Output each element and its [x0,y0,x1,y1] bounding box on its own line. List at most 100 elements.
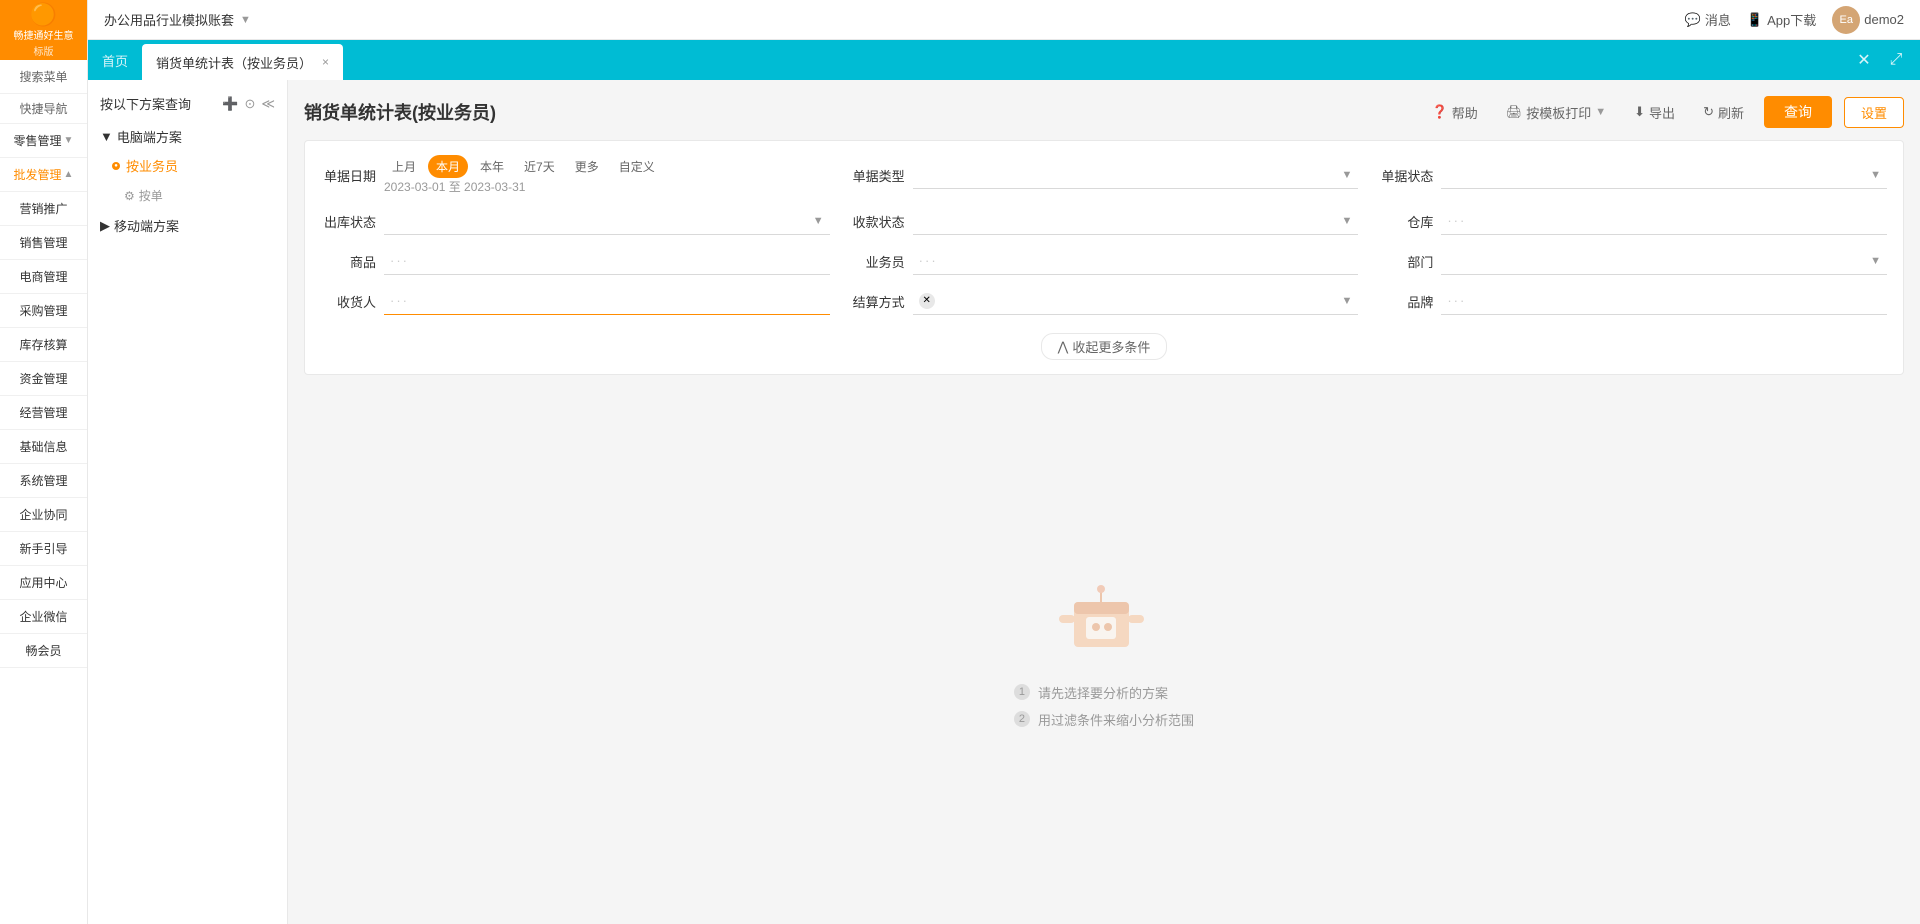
warehouse-select[interactable]: ··· [1441,207,1887,235]
sidebar-item-purchase[interactable]: 采购管理 [0,294,87,328]
sidebar-item-operations[interactable]: 经营管理 [0,396,87,430]
avatar: Ea [1832,6,1860,34]
outstatus-label: 出库状态 [321,212,376,231]
sidebar-item-weixin[interactable]: 企业微信 [0,600,87,634]
query-btn[interactable]: 查询 [1764,96,1832,128]
avatar-text: Ea [1840,14,1853,26]
date-range-text: 2023-03-01 至 2023-03-31 [384,178,830,195]
breadcrumb-text: 办公用品行业模拟账套 [104,10,234,29]
salesperson-label: 业务员 [850,252,905,271]
receiver-select[interactable]: ··· [384,287,830,315]
app-download-btn[interactable]: 📱 App下载 [1747,10,1816,29]
messages-btn[interactable]: 💬 消息 [1685,10,1731,29]
tab-sales-stat[interactable]: 销货单统计表（按业务员） × [142,44,343,80]
payment-method-label: 结算方式 [850,292,905,311]
date-tab-thismonth[interactable]: 本月 [428,155,468,178]
sidebar-item-inventory[interactable]: 库存核算 [0,328,87,362]
help-icon: ❓ [1432,104,1448,120]
finance-label: 资金管理 [19,370,67,387]
empty-tips: 1 请先选择要分析的方案 2 用过滤条件来缩小分析范围 [1014,683,1194,729]
outstatus-select[interactable]: ▼ [384,207,830,235]
payment-method-clear[interactable]: ✕ [919,293,935,309]
doctype-label: 单据类型 [850,166,905,185]
date-label: 单据日期 [321,166,376,185]
sidebar-item-system[interactable]: 系统管理 [0,464,87,498]
print-icon: 🖨 [1506,104,1523,120]
date-tab-more[interactable]: 更多 [567,155,607,178]
docstatus-select[interactable]: ▼ [1441,161,1887,189]
date-tab-last7[interactable]: 近7天 [516,155,563,178]
date-tab-lastmonth[interactable]: 上月 [384,155,424,178]
sidebar-item-sales[interactable]: 销售管理 [0,226,87,260]
mobile-scheme-group[interactable]: ▶ 移动端方案 [88,212,287,239]
docstatus-arrow-icon: ▼ [1870,169,1881,181]
warehouse-label: 仓库 [1378,212,1433,231]
collapse-scheme-icon[interactable]: ≪ [261,96,275,112]
by-salesperson-label: 按业务员 [126,156,178,175]
sidebar-item-finance[interactable]: 资金管理 [0,362,87,396]
receiver-label: 收货人 [321,292,376,311]
sidebar-logo: 🟠 畅捷通好生意 标版 [0,0,88,60]
export-label: 导出 [1649,103,1675,122]
page-actions: ❓ 帮助 🖨 按模板打印 ▼ ⬇ 导出 ↻ 刷新 [1424,96,1904,128]
sidebar-item-newuser[interactable]: 新手引导 [0,532,87,566]
brand-select[interactable]: ··· [1441,287,1887,315]
date-tab-custom[interactable]: 自定义 [611,155,663,178]
scheme-by-salesperson[interactable]: ● 按业务员 [88,150,287,181]
doctype-select[interactable]: ▼ [913,161,1359,189]
breadcrumb-dropdown-icon[interactable]: ▼ [240,14,251,26]
filter-payment-status-item: 收款状态 ▼ [850,207,1359,235]
filter-row-2: 出库状态 ▼ 收款状态 ▼ 仓库 [321,207,1887,235]
department-arrow-icon: ▼ [1870,255,1881,267]
tab-close-icon[interactable]: × [322,55,329,69]
settings-scheme-icon[interactable]: ⊙ [244,96,255,112]
receiver-dots: ··· [390,293,409,308]
date-filter-container: 上月 本月 本年 近7天 更多 自定义 2023-03-01 至 2023-03… [384,155,830,195]
brand-dots: ··· [1447,293,1466,308]
sidebar-search-menu[interactable]: 搜索菜单 [0,60,87,94]
sidebar-item-marketing[interactable]: 营销推广 [0,192,87,226]
logo-subtitle: 标版 [34,43,54,58]
payment-status-select[interactable]: ▼ [913,207,1359,235]
department-select[interactable]: ▼ [1441,247,1887,275]
sidebar-item-enterprise[interactable]: 企业协同 [0,498,87,532]
export-btn[interactable]: ⬇ 导出 [1626,99,1683,126]
basics-label: 基础信息 [19,438,67,455]
header-left: 办公用品行业模拟账套 ▼ [104,10,251,29]
goods-select[interactable]: ··· [384,247,830,275]
app-download-label: App下载 [1767,10,1816,29]
filter-panel: 单据日期 上月 本月 本年 近7天 更多 自定义 2023-03-01 至 20… [304,140,1904,375]
tab-home[interactable]: 首页 [88,40,142,80]
by-order-label: 按单 [139,187,163,204]
content-area: 按以下方案查询 ➕ ⊙ ≪ ▼ 电脑端方案 ● 按业务员 ⚙ 按单 [88,80,1920,924]
sidebar-item-retail[interactable]: 零售管理 ▼ [0,124,87,158]
export-icon: ⬇ [1634,104,1645,120]
tab-close-window-icon[interactable]: ✕ [1852,48,1876,72]
sidebar-item-ecommerce[interactable]: 电商管理 [0,260,87,294]
salesperson-select[interactable]: ··· [913,247,1359,275]
payment-method-select[interactable]: ✕ ▼ [913,287,1359,315]
user-profile-btn[interactable]: Ea demo2 [1832,6,1904,34]
date-tab-thisyear[interactable]: 本年 [472,155,512,178]
tip-num-1: 1 [1014,684,1030,700]
help-btn[interactable]: ❓ 帮助 [1424,99,1486,126]
sidebar-item-wholesale[interactable]: 批发管理 ▲ [0,158,87,192]
refresh-btn[interactable]: ↻ 刷新 [1695,99,1752,126]
settings-btn[interactable]: 设置 [1844,97,1904,128]
sidebar-item-member[interactable]: 畅会员 [0,634,87,668]
sidebar-quick-nav[interactable]: 快捷导航 [0,94,87,124]
sidebar-item-basics[interactable]: 基础信息 [0,430,87,464]
print-btn[interactable]: 🖨 按模板打印 ▼ [1498,99,1614,126]
tab-home-label: 首页 [102,51,128,70]
collapse-btn[interactable]: ⋀ 收起更多条件 [1041,333,1168,360]
sidebar-item-appcenter[interactable]: 应用中心 [0,566,87,600]
retail-label: 零售管理 [14,132,62,149]
docstatus-label: 单据状态 [1378,166,1433,185]
logo-icon: 🟠 [30,2,57,28]
add-scheme-icon[interactable]: ➕ [222,96,238,112]
top-header: 办公用品行业模拟账套 ▼ 💬 消息 📱 App下载 Ea demo2 [88,0,1920,40]
tab-expand-icon[interactable]: ⤢ [1884,48,1908,72]
pc-scheme-header[interactable]: ▼ 电脑端方案 [88,123,287,150]
collapse-up-icon: ⋀ [1058,339,1069,355]
scheme-by-order[interactable]: ⚙ 按单 [88,181,287,210]
